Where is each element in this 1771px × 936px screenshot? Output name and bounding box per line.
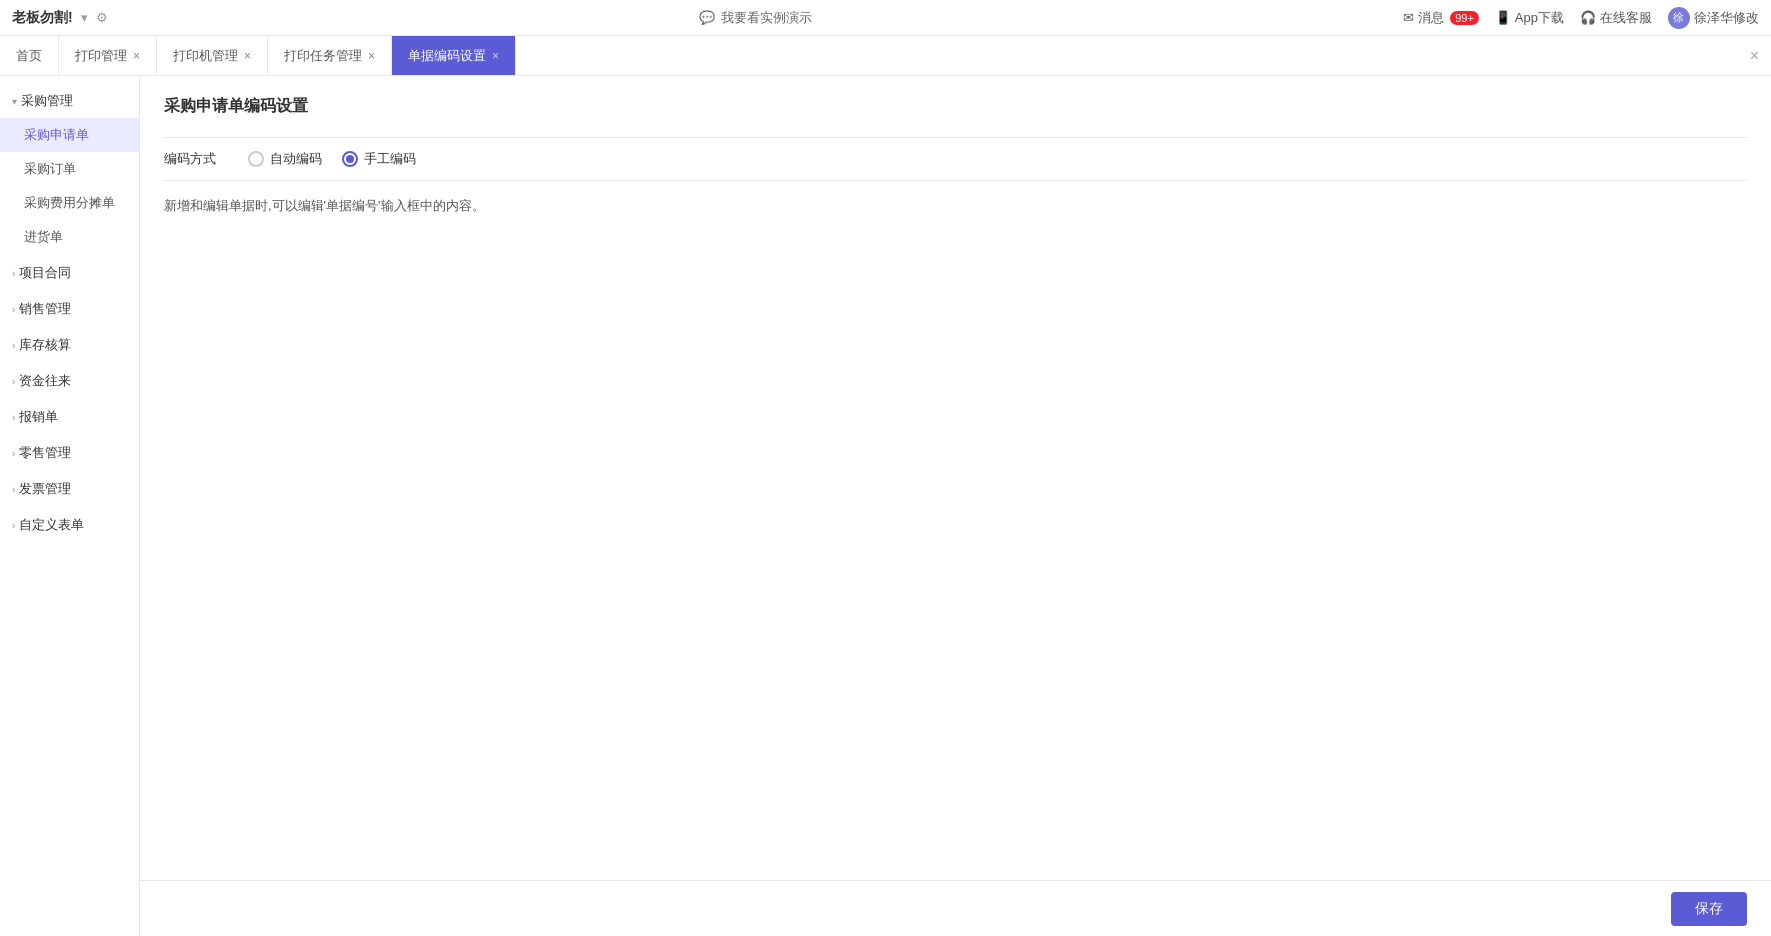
- arrow-right-icon-6: ›: [12, 448, 15, 459]
- sidebar-item-purchase-order[interactable]: 采购申请单: [0, 118, 139, 152]
- sidebar-group-purchase-title[interactable]: ▾ 采购管理: [0, 84, 139, 118]
- logo: 老板勿割!: [12, 9, 73, 27]
- service-item[interactable]: 🎧 在线客服: [1580, 9, 1652, 27]
- sidebar-group-project-contract-label: 项目合同: [19, 264, 71, 282]
- arrow-right-icon-5: ›: [12, 412, 15, 423]
- message-badge: 99+: [1450, 11, 1479, 25]
- sidebar-item-inbound-label: 进货单: [24, 229, 63, 244]
- tab-bar: 首页 打印管理 × 打印机管理 × 打印任务管理 × 单据编码设置 × ×: [0, 36, 1771, 76]
- top-bar-center: 💬 我要看实例演示: [699, 9, 812, 27]
- service-icon: 🎧: [1580, 10, 1596, 25]
- sidebar-group-custom-form-title[interactable]: › 自定义表单: [0, 508, 139, 542]
- sidebar-group-purchase-label: 采购管理: [21, 92, 73, 110]
- settings-icon[interactable]: ⚙: [96, 10, 108, 25]
- sidebar-group-sales-label: 销售管理: [19, 300, 71, 318]
- sidebar: ▾ 采购管理 采购申请单 采购订单 采购费用分摊单 进货单 › 项目合同: [0, 76, 140, 936]
- sidebar-group-invoice-title[interactable]: › 发票管理: [0, 472, 139, 506]
- sidebar-group-fund: › 资金往来: [0, 364, 139, 398]
- tab-home-label: 首页: [16, 47, 42, 65]
- page-title: 采购申请单编码设置: [164, 96, 1747, 117]
- tab-print-mgmt-close[interactable]: ×: [133, 49, 140, 63]
- user-item[interactable]: 徐 徐泽华修改: [1668, 7, 1759, 29]
- user-label: 徐泽华修改: [1694, 9, 1759, 27]
- sidebar-group-custom-form-label: 自定义表单: [19, 516, 84, 534]
- main-content: 采购申请单编码设置 编码方式 自动编码 手工编码 新增和编: [140, 76, 1771, 936]
- appdownload-item[interactable]: 📱 App下载: [1495, 9, 1564, 27]
- sidebar-group-retail-label: 零售管理: [19, 444, 71, 462]
- sidebar-group-retail: › 零售管理: [0, 436, 139, 470]
- sidebar-group-returns: › 报销单: [0, 400, 139, 434]
- tab-single-encoding-close[interactable]: ×: [492, 49, 499, 63]
- demo-icon: 💬: [699, 10, 715, 25]
- tab-printer-mgmt-label: 打印机管理: [173, 47, 238, 65]
- tab-print-task-mgmt[interactable]: 打印任务管理 ×: [268, 36, 392, 75]
- arrow-down-icon: ▾: [12, 96, 17, 107]
- sidebar-group-project-contract-title[interactable]: › 项目合同: [0, 256, 139, 290]
- save-button[interactable]: 保存: [1671, 892, 1747, 926]
- hint-text: 新增和编辑单据时,可以编辑'单据编号'输入框中的内容。: [164, 197, 1747, 215]
- user-avatar: 徐: [1668, 7, 1690, 29]
- tab-single-encoding[interactable]: 单据编码设置 ×: [392, 36, 516, 75]
- appdownload-label: App下载: [1515, 9, 1564, 27]
- sidebar-group-inventory-title[interactable]: › 库存核算: [0, 328, 139, 362]
- arrow-right-icon-1: ›: [12, 268, 15, 279]
- main-layout: ▾ 采购管理 采购申请单 采购订单 采购费用分摊单 进货单 › 项目合同: [0, 76, 1771, 936]
- tab-print-task-mgmt-label: 打印任务管理: [284, 47, 362, 65]
- arrow-right-icon-7: ›: [12, 484, 15, 495]
- radio-manual[interactable]: 手工编码: [342, 150, 416, 168]
- arrow-right-icon-4: ›: [12, 376, 15, 387]
- arrow-right-icon-2: ›: [12, 304, 15, 315]
- sidebar-group-purchase: ▾ 采购管理 采购申请单 采购订单 采购费用分摊单 进货单: [0, 84, 139, 254]
- tab-home[interactable]: 首页: [0, 36, 59, 75]
- tab-printer-mgmt-close[interactable]: ×: [244, 49, 251, 63]
- page-container: 采购申请单编码设置 编码方式 自动编码 手工编码 新增和编: [140, 76, 1771, 880]
- message-item[interactable]: ✉ 消息 99+: [1403, 9, 1479, 27]
- sidebar-group-retail-title[interactable]: › 零售管理: [0, 436, 139, 470]
- sidebar-item-inbound[interactable]: 进货单: [0, 220, 139, 254]
- sidebar-group-fund-label: 资金往来: [19, 372, 71, 390]
- sidebar-group-returns-label: 报销单: [19, 408, 58, 426]
- radio-manual-circle: [342, 151, 358, 167]
- sidebar-item-purchase-expense[interactable]: 采购费用分摊单: [0, 186, 139, 220]
- radio-auto[interactable]: 自动编码: [248, 150, 322, 168]
- arrow-right-icon-3: ›: [12, 340, 15, 351]
- sidebar-item-purchase-order-label: 采购申请单: [24, 127, 89, 142]
- sidebar-group-sales-title[interactable]: › 销售管理: [0, 292, 139, 326]
- message-icon: ✉: [1403, 10, 1414, 25]
- sidebar-group-returns-title[interactable]: › 报销单: [0, 400, 139, 434]
- radio-auto-circle: [248, 151, 264, 167]
- top-bar: 老板勿割! ▾ ⚙ 💬 我要看实例演示 ✉ 消息 99+ 📱 App下载 🎧 在…: [0, 0, 1771, 36]
- encoding-row: 编码方式 自动编码 手工编码: [164, 137, 1747, 181]
- radio-auto-label: 自动编码: [270, 150, 322, 168]
- demo-label[interactable]: 我要看实例演示: [721, 9, 812, 27]
- sidebar-group-custom-form: › 自定义表单: [0, 508, 139, 542]
- page-footer: 保存: [140, 880, 1771, 936]
- sidebar-group-sales: › 销售管理: [0, 292, 139, 326]
- tab-printer-mgmt[interactable]: 打印机管理 ×: [157, 36, 268, 75]
- top-bar-right: ✉ 消息 99+ 📱 App下载 🎧 在线客服 徐 徐泽华修改: [1403, 7, 1759, 29]
- sidebar-item-purchase-expense-label: 采购费用分摊单: [24, 195, 115, 210]
- radio-manual-label: 手工编码: [364, 150, 416, 168]
- tab-close-all[interactable]: ×: [1738, 36, 1771, 75]
- sidebar-item-purchase-bill-label: 采购订单: [24, 161, 76, 176]
- encoding-label: 编码方式: [164, 150, 224, 168]
- sidebar-group-project-contract: › 项目合同: [0, 256, 139, 290]
- arrow-right-icon-8: ›: [12, 520, 15, 531]
- message-label: 消息: [1418, 9, 1444, 27]
- sidebar-item-purchase-bill[interactable]: 采购订单: [0, 152, 139, 186]
- sidebar-group-invoice-label: 发票管理: [19, 480, 71, 498]
- sidebar-group-invoice: › 发票管理: [0, 472, 139, 506]
- sidebar-group-inventory: › 库存核算: [0, 328, 139, 362]
- appdownload-icon: 📱: [1495, 10, 1511, 25]
- sidebar-group-fund-title[interactable]: › 资金往来: [0, 364, 139, 398]
- tab-print-mgmt[interactable]: 打印管理 ×: [59, 36, 157, 75]
- top-bar-left: 老板勿割! ▾ ⚙: [12, 9, 108, 27]
- service-label: 在线客服: [1600, 9, 1652, 27]
- tab-print-task-mgmt-close[interactable]: ×: [368, 49, 375, 63]
- tab-single-encoding-label: 单据编码设置: [408, 47, 486, 65]
- tab-print-mgmt-label: 打印管理: [75, 47, 127, 65]
- radio-group: 自动编码 手工编码: [248, 150, 416, 168]
- sidebar-group-inventory-label: 库存核算: [19, 336, 71, 354]
- dropdown-icon[interactable]: ▾: [81, 10, 88, 25]
